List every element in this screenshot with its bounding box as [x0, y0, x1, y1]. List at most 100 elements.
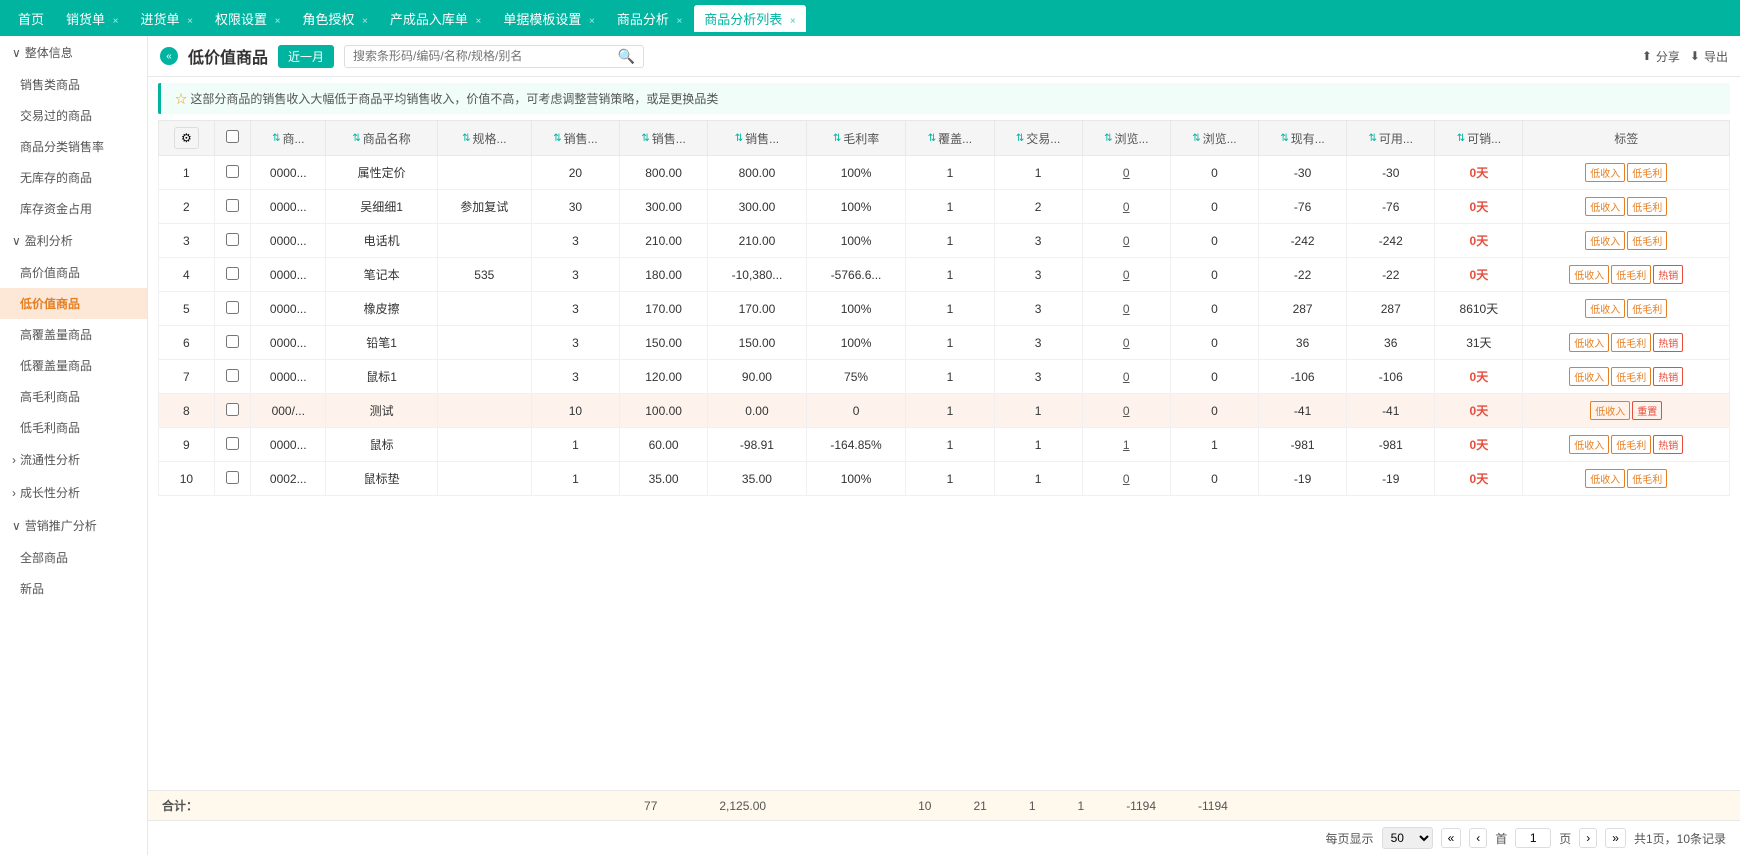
col-stock1[interactable]: ⇅现有...: [1259, 121, 1347, 156]
nav-warehouse[interactable]: 产成品入库单 ×: [380, 5, 491, 32]
nav-roles[interactable]: 角色授权 ×: [292, 5, 377, 32]
cell-browse1[interactable]: 0: [1082, 360, 1170, 394]
sidebar-item-sales-products[interactable]: 销售类商品: [0, 69, 147, 100]
row-checkbox[interactable]: [226, 335, 239, 348]
browse-link[interactable]: 0: [1123, 166, 1130, 180]
cell-checkbox[interactable]: [214, 224, 250, 258]
col-checkbox[interactable]: [214, 121, 250, 156]
cell-checkbox[interactable]: [214, 258, 250, 292]
gear-button[interactable]: ⚙: [174, 127, 199, 149]
row-checkbox[interactable]: [226, 267, 239, 280]
col-browse1[interactable]: ⇅浏览...: [1082, 121, 1170, 156]
cell-checkbox[interactable]: [214, 462, 250, 496]
select-all-checkbox[interactable]: [226, 130, 239, 143]
nav-close-warehouse[interactable]: ×: [476, 16, 482, 27]
cell-checkbox[interactable]: [214, 292, 250, 326]
browse-link[interactable]: 0: [1123, 302, 1130, 316]
prev-page-button[interactable]: ‹: [1469, 828, 1487, 848]
browse-link[interactable]: 0: [1123, 200, 1130, 214]
col-spec[interactable]: ⇅规格...: [437, 121, 531, 156]
nav-sales[interactable]: 销货单 ×: [56, 5, 128, 32]
cell-checkbox[interactable]: [214, 360, 250, 394]
row-checkbox[interactable]: [226, 199, 239, 212]
sidebar-item-high-margin[interactable]: 高毛利商品: [0, 381, 147, 412]
nav-product-analysis-list[interactable]: 商品分析列表 ×: [694, 5, 805, 32]
browse-link[interactable]: 0: [1123, 370, 1130, 384]
nav-permissions[interactable]: 权限设置 ×: [205, 5, 290, 32]
table-container[interactable]: ⚙ ⇅商... ⇅商品名称 ⇅规格... ⇅销售... ⇅销售... ⇅销售..…: [148, 120, 1740, 790]
row-checkbox[interactable]: [226, 369, 239, 382]
nav-close-templates[interactable]: ×: [589, 16, 595, 27]
col-code[interactable]: ⇅商...: [251, 121, 326, 156]
sidebar-item-stock-capital[interactable]: 库存资金占用: [0, 193, 147, 224]
row-checkbox[interactable]: [226, 233, 239, 246]
row-checkbox[interactable]: [226, 403, 239, 416]
sidebar-item-no-stock[interactable]: 无库存的商品: [0, 162, 147, 193]
last-page-button[interactable]: »: [1605, 828, 1626, 848]
nav-close-product-analysis[interactable]: ×: [676, 16, 682, 27]
col-browse2[interactable]: ⇅浏览...: [1170, 121, 1258, 156]
sidebar-collapse-button[interactable]: «: [160, 47, 178, 65]
nav-templates[interactable]: 单据模板设置 ×: [493, 5, 604, 32]
nav-product-analysis[interactable]: 商品分析 ×: [607, 5, 692, 32]
search-input[interactable]: [353, 49, 614, 63]
sidebar-item-low-value[interactable]: 低价值商品: [0, 288, 147, 319]
sidebar-item-all-products[interactable]: 全部商品: [0, 542, 147, 573]
nav-home[interactable]: 首页: [8, 5, 54, 32]
export-button[interactable]: ⬇ 导出: [1690, 48, 1728, 65]
cell-browse1[interactable]: 0: [1082, 258, 1170, 292]
browse-link[interactable]: 0: [1123, 336, 1130, 350]
col-sale1[interactable]: ⇅销售...: [531, 121, 619, 156]
col-gear[interactable]: ⚙: [159, 121, 215, 156]
cell-checkbox[interactable]: [214, 190, 250, 224]
time-filter-button[interactable]: 近一月: [278, 45, 334, 68]
sidebar-section-growth[interactable]: › 成长性分析: [0, 476, 147, 509]
per-page-select[interactable]: 50 100 200: [1382, 827, 1433, 849]
sidebar-item-high-value[interactable]: 高价值商品: [0, 257, 147, 288]
browse-link[interactable]: 0: [1123, 404, 1130, 418]
browse-link[interactable]: 1: [1123, 438, 1130, 452]
sidebar-item-high-coverage[interactable]: 高覆盖量商品: [0, 319, 147, 350]
cell-checkbox[interactable]: [214, 326, 250, 360]
col-gross[interactable]: ⇅毛利率: [806, 121, 906, 156]
share-button[interactable]: ⬆ 分享: [1642, 48, 1680, 65]
browse-link[interactable]: 0: [1123, 234, 1130, 248]
cell-browse1[interactable]: 0: [1082, 462, 1170, 496]
nav-close-purchase[interactable]: ×: [187, 16, 193, 27]
browse-link[interactable]: 0: [1123, 268, 1130, 282]
nav-close-sales[interactable]: ×: [113, 16, 119, 27]
nav-purchase[interactable]: 进货单 ×: [130, 5, 202, 32]
sidebar-item-new-products[interactable]: 新品: [0, 573, 147, 604]
browse-link[interactable]: 0: [1123, 472, 1130, 486]
nav-close-roles[interactable]: ×: [362, 16, 368, 27]
col-trade[interactable]: ⇅交易...: [994, 121, 1082, 156]
row-checkbox[interactable]: [226, 437, 239, 450]
cell-browse1[interactable]: 1: [1082, 428, 1170, 462]
row-checkbox[interactable]: [226, 165, 239, 178]
next-page-button[interactable]: ›: [1579, 828, 1597, 848]
sidebar-item-traded[interactable]: 交易过的商品: [0, 100, 147, 131]
cell-checkbox[interactable]: [214, 156, 250, 190]
cell-browse1[interactable]: 0: [1082, 394, 1170, 428]
cell-browse1[interactable]: 0: [1082, 326, 1170, 360]
cell-checkbox[interactable]: [214, 428, 250, 462]
nav-close-permissions[interactable]: ×: [275, 16, 281, 27]
col-sale3[interactable]: ⇅销售...: [708, 121, 807, 156]
col-cover[interactable]: ⇅覆盖...: [906, 121, 994, 156]
col-name[interactable]: ⇅商品名称: [326, 121, 437, 156]
sidebar-section-overall[interactable]: ∨ 整体信息: [0, 36, 147, 69]
col-days[interactable]: ⇅可销...: [1435, 121, 1523, 156]
cell-browse1[interactable]: 0: [1082, 292, 1170, 326]
col-stock2[interactable]: ⇅可用...: [1347, 121, 1435, 156]
col-tags[interactable]: 标签: [1523, 121, 1730, 156]
sidebar-item-low-margin[interactable]: 低毛利商品: [0, 412, 147, 443]
sidebar-section-marketing[interactable]: ∨ 营销推广分析: [0, 509, 147, 542]
sidebar-item-low-coverage[interactable]: 低覆盖量商品: [0, 350, 147, 381]
page-number-input[interactable]: [1515, 828, 1551, 848]
cell-browse1[interactable]: 0: [1082, 190, 1170, 224]
col-sale2[interactable]: ⇅销售...: [620, 121, 708, 156]
row-checkbox[interactable]: [226, 301, 239, 314]
sidebar-section-profit[interactable]: ∨ 盈利分析: [0, 224, 147, 257]
nav-close-product-analysis-list[interactable]: ×: [790, 16, 796, 27]
cell-checkbox[interactable]: [214, 394, 250, 428]
